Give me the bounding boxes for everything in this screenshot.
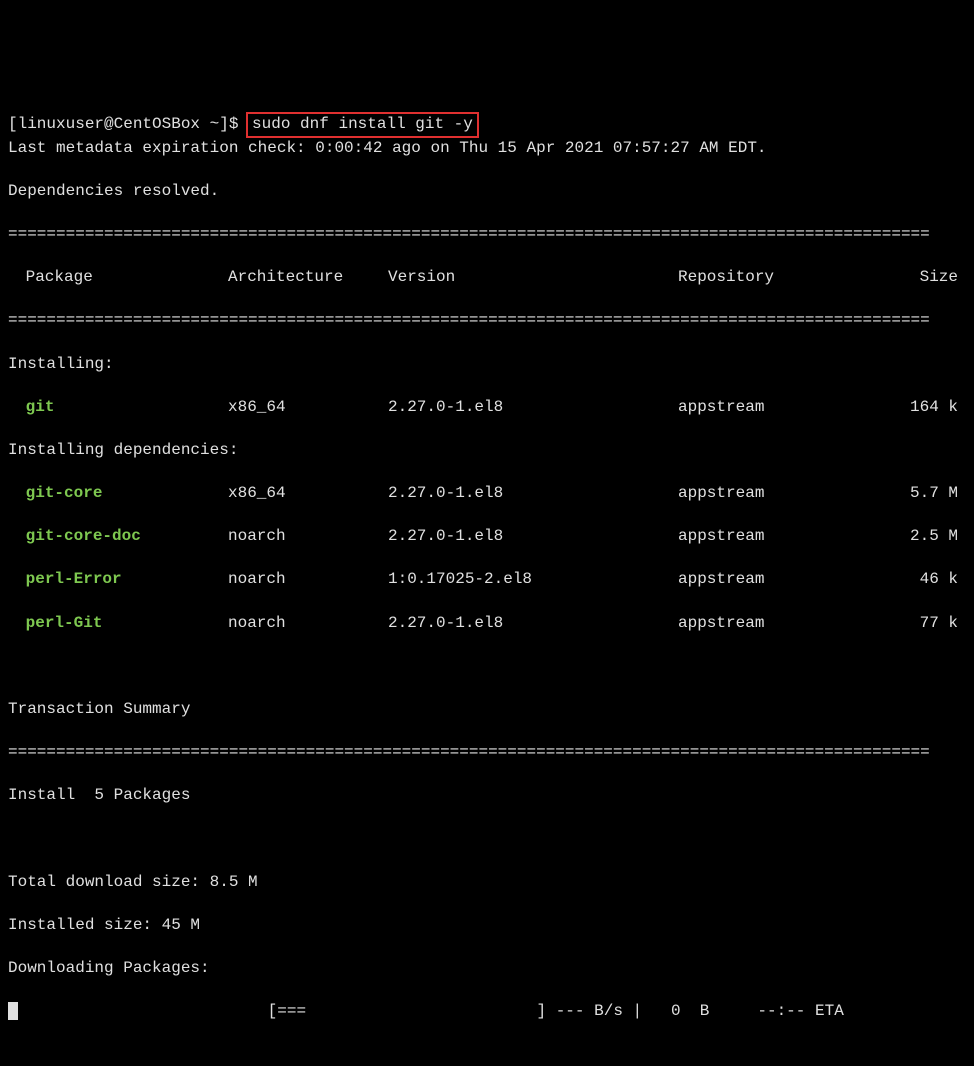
package-arch: noarch bbox=[228, 526, 388, 548]
installing-label: Installing: bbox=[8, 354, 966, 376]
metadata-line: Last metadata expiration check: 0:00:42 … bbox=[8, 138, 966, 160]
package-version: 2.27.0-1.el8 bbox=[388, 483, 678, 505]
header-package: Package bbox=[8, 267, 228, 289]
package-name: git-core-doc bbox=[26, 527, 141, 545]
install-count: Install 5 Packages bbox=[8, 785, 966, 807]
separator-line: ========================================… bbox=[8, 742, 966, 764]
header-version: Version bbox=[388, 267, 678, 289]
package-size: 46 k bbox=[858, 569, 966, 591]
progress-line: [=== ] --- B/s | 0 B --:-- ETA bbox=[8, 1001, 966, 1023]
transaction-summary-label: Transaction Summary bbox=[8, 699, 966, 721]
command-text: sudo dnf install git -y bbox=[252, 115, 473, 133]
installing-deps-label: Installing dependencies: bbox=[8, 440, 966, 462]
package-repo: appstream bbox=[678, 397, 858, 419]
installed-size: Installed size: 45 M bbox=[8, 915, 966, 937]
package-size: 77 k bbox=[858, 613, 966, 635]
progress-done: 0 B bbox=[652, 1002, 710, 1020]
package-repo: appstream bbox=[678, 613, 858, 635]
table-header: PackageArchitectureVersionRepositorySize bbox=[8, 267, 966, 289]
header-size: Size bbox=[858, 267, 966, 289]
terminal-output: [linuxuser@CentOSBox ~]$ sudo dnf instal… bbox=[8, 90, 966, 1044]
download-size: Total download size: 8.5 M bbox=[8, 872, 966, 894]
package-row: git x86_642.27.0-1.el8appstream164 k bbox=[8, 397, 966, 419]
package-name: git bbox=[26, 398, 55, 416]
package-name: perl-Error bbox=[26, 570, 122, 588]
cursor bbox=[8, 1002, 18, 1020]
command-highlight: sudo dnf install git -y bbox=[246, 112, 479, 138]
package-repo: appstream bbox=[678, 569, 858, 591]
package-arch: x86_64 bbox=[228, 397, 388, 419]
package-size: 2.5 M bbox=[858, 526, 966, 548]
package-version: 2.27.0-1.el8 bbox=[388, 526, 678, 548]
package-repo: appstream bbox=[678, 483, 858, 505]
package-size: 164 k bbox=[858, 397, 966, 419]
separator-line: ========================================… bbox=[8, 310, 966, 332]
downloading-label: Downloading Packages: bbox=[8, 958, 966, 980]
progress-speed: --- B/s bbox=[556, 1002, 623, 1020]
package-row: git-core-doc noarch2.27.0-1.el8appstream2… bbox=[8, 526, 966, 548]
package-version: 2.27.0-1.el8 bbox=[388, 613, 678, 635]
progress-eta: --:-- ETA bbox=[757, 1002, 843, 1020]
blank-line bbox=[8, 829, 966, 851]
package-row: git-core x86_642.27.0-1.el8appstream5.7 M bbox=[8, 483, 966, 505]
deps-resolved-line: Dependencies resolved. bbox=[8, 181, 966, 203]
package-version: 2.27.0-1.el8 bbox=[388, 397, 678, 419]
blank-line bbox=[8, 656, 966, 678]
progress-bar: [=== ] bbox=[268, 1002, 546, 1020]
separator-line: ========================================… bbox=[8, 224, 966, 246]
package-version: 1:0.17025-2.el8 bbox=[388, 569, 678, 591]
header-repo: Repository bbox=[678, 267, 858, 289]
package-name: git-core bbox=[26, 484, 103, 502]
shell-prompt: [linuxuser@CentOSBox ~]$ bbox=[8, 115, 248, 133]
package-size: 5.7 M bbox=[858, 483, 966, 505]
package-arch: x86_64 bbox=[228, 483, 388, 505]
package-repo: appstream bbox=[678, 526, 858, 548]
progress-pipe: | bbox=[633, 1002, 643, 1020]
header-arch: Architecture bbox=[228, 267, 388, 289]
package-arch: noarch bbox=[228, 569, 388, 591]
package-arch: noarch bbox=[228, 613, 388, 635]
package-row: perl-Git noarch2.27.0-1.el8appstream77 k bbox=[8, 613, 966, 635]
package-row: perl-Error noarch1:0.17025-2.el8appstream… bbox=[8, 569, 966, 591]
package-name: perl-Git bbox=[26, 614, 103, 632]
